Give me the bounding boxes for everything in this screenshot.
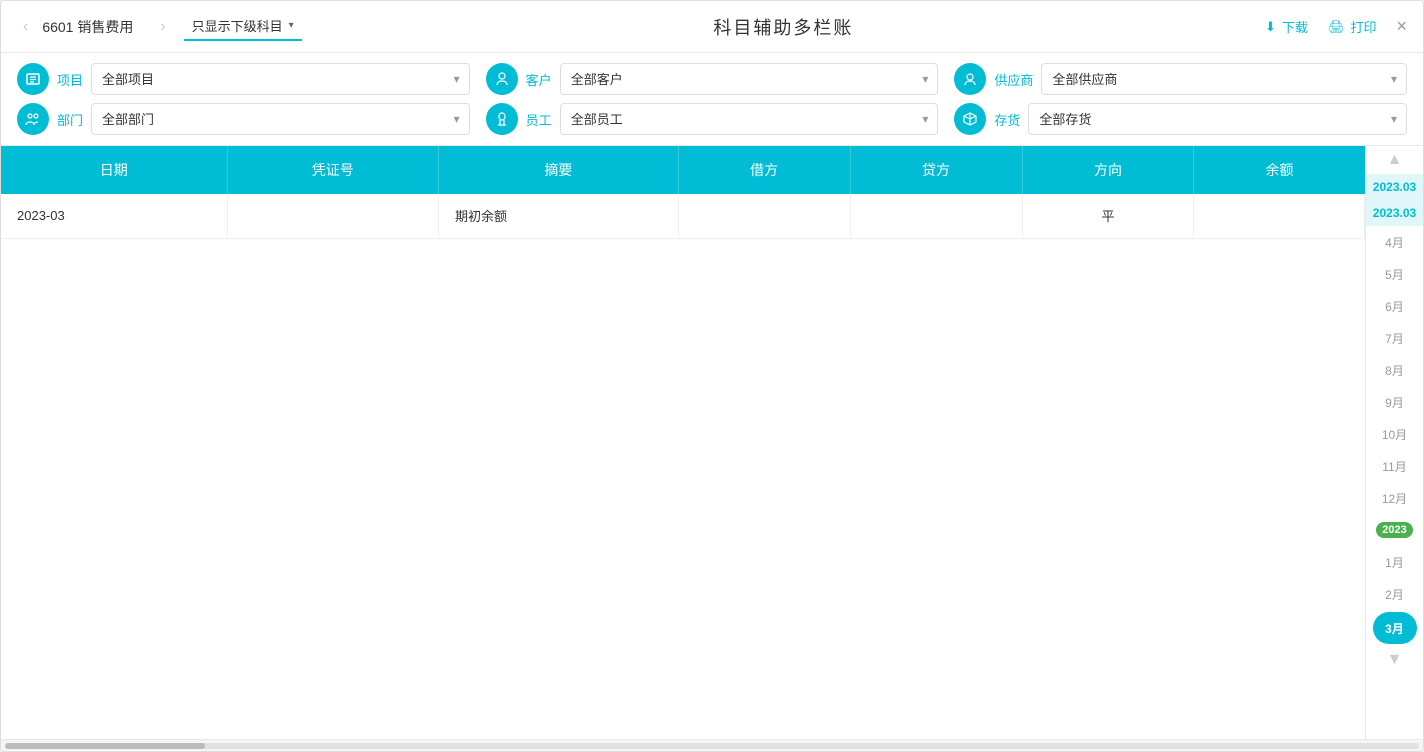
data-table: 日期 凭证号 摘要 借方 贷方 方向 余额 2023-03 期初余额 [1,146,1365,239]
timeline-item-7[interactable]: 7月 [1366,322,1423,354]
page-title: 科目辅助多栏账 [302,14,1265,40]
download-label: 下载 [1282,17,1308,36]
table-row: 2023-03 期初余额 平 [1,194,1365,238]
title-bar: ‹ 6601 销售费用 › 只显示下级科目 ▾ 科目辅助多栏账 ⬇ 下载 🖨 打… [1,1,1423,53]
timeline-item-5[interactable]: 5月 [1366,258,1423,290]
next-account-button[interactable]: › [154,14,171,40]
scrollbar-thumb[interactable] [5,743,205,749]
customer-filter: 客户 全部客户 [486,63,939,95]
show-sub-label: 只显示下级科目 [192,16,283,35]
employee-select-wrapper: 全部员工 [560,103,939,135]
col-summary: 摘要 [439,146,679,194]
supplier-select-wrapper: 全部供应商 [1041,63,1407,95]
dept-filter: 部门 全部部门 [17,103,470,135]
chevron-down-icon: ▾ [289,20,294,31]
col-direction: 方向 [1022,146,1194,194]
year-badge: 2023 [1376,522,1412,538]
dept-select-wrapper: 全部部门 [91,103,470,135]
supplier-select[interactable]: 全部供应商 [1041,63,1407,95]
timeline-item-12[interactable]: 12月 [1366,482,1423,514]
col-balance: 余额 [1194,146,1365,194]
supplier-label: 供应商 [994,70,1033,89]
customer-label: 客户 [526,70,552,89]
timeline-up-button[interactable]: ▲ [1366,146,1423,174]
employee-icon [486,103,518,135]
timeline-header-1[interactable]: 2023.03 [1366,174,1423,200]
timeline-item-8[interactable]: 8月 [1366,354,1423,386]
col-date: 日期 [1,146,227,194]
scrollbar-track [5,743,1419,749]
print-icon: 🖨 [1328,19,1345,35]
cell-credit [850,194,1022,238]
timeline-item-4[interactable]: 4月 [1366,226,1423,258]
col-voucher: 凭证号 [227,146,438,194]
employee-filter: 员工 全部员工 [486,103,939,135]
filter-bar: 项目 全部项目 客户 全部客户 [1,53,1423,146]
cell-summary: 期初余额 [439,194,679,238]
download-icon: ⬇ [1265,19,1276,35]
cell-balance [1194,194,1365,238]
employee-label: 员工 [526,110,552,129]
supplier-filter: 供应商 全部供应商 [954,63,1407,95]
main-window: ‹ 6601 销售费用 › 只显示下级科目 ▾ 科目辅助多栏账 ⬇ 下载 🖨 打… [0,0,1424,752]
customer-select-wrapper: 全部客户 [560,63,939,95]
supplier-icon [954,63,986,95]
filter-row-2: 部门 全部部门 员工 [17,103,1407,135]
table-header-row: 日期 凭证号 摘要 借方 贷方 方向 余额 [1,146,1365,194]
dept-label: 部门 [57,110,83,129]
col-debit: 借方 [678,146,850,194]
inventory-icon [954,103,986,135]
table-area[interactable]: 日期 凭证号 摘要 借方 贷方 方向 余额 2023-03 期初余额 [1,146,1365,739]
timeline-year-2023[interactable]: 2023 [1366,514,1423,546]
employee-select[interactable]: 全部员工 [560,103,939,135]
project-icon [17,63,49,95]
customer-icon [486,63,518,95]
account-code-label: 6601 销售费用 [34,17,154,37]
close-button[interactable]: × [1396,16,1407,37]
inventory-select-wrapper: 全部存货 [1028,103,1407,135]
dept-select[interactable]: 全部部门 [91,103,470,135]
dept-icon [17,103,49,135]
col-credit: 贷方 [850,146,1022,194]
customer-select[interactable]: 全部客户 [560,63,939,95]
filter-row-1: 项目 全部项目 客户 全部客户 [17,63,1407,95]
prev-account-button[interactable]: ‹ [17,14,34,40]
print-label: 打印 [1350,17,1376,36]
timeline-item-9[interactable]: 9月 [1366,386,1423,418]
cell-date: 2023-03 [1,194,227,238]
inventory-select[interactable]: 全部存货 [1028,103,1407,135]
project-select[interactable]: 全部项目 [91,63,470,95]
timeline-header-2[interactable]: 2023.03 [1366,200,1423,226]
project-filter: 项目 全部项目 [17,63,470,95]
download-button[interactable]: ⬇ 下载 [1265,17,1308,36]
timeline-item-2[interactable]: 2月 [1366,578,1423,610]
project-label: 项目 [57,70,83,89]
cell-voucher [227,194,438,238]
main-content: 日期 凭证号 摘要 借方 贷方 方向 余额 2023-03 期初余额 [1,146,1423,739]
print-button[interactable]: 🖨 打印 [1328,17,1377,36]
timeline-down-button[interactable]: ▼ [1366,646,1423,674]
cell-debit [678,194,850,238]
inventory-filter: 存货 全部存货 [954,103,1407,135]
timeline-item-1[interactable]: 1月 [1366,546,1423,578]
timeline-item-6[interactable]: 6月 [1366,290,1423,322]
toolbar-buttons: ⬇ 下载 🖨 打印 [1265,17,1376,36]
inventory-label: 存货 [994,110,1020,129]
show-sub-account-button[interactable]: 只显示下级科目 ▾ [184,12,302,41]
project-select-wrapper: 全部项目 [91,63,470,95]
horizontal-scrollbar[interactable] [1,739,1423,751]
cell-direction: 平 [1022,194,1194,238]
timeline-item-10[interactable]: 10月 [1366,418,1423,450]
timeline-item-11[interactable]: 11月 [1366,450,1423,482]
timeline-item-3-active[interactable]: 3月 [1373,612,1417,644]
timeline-panel: ▲ 2023.03 2023.03 4月 5月 6月 7月 8月 9月 10月 … [1365,146,1423,739]
